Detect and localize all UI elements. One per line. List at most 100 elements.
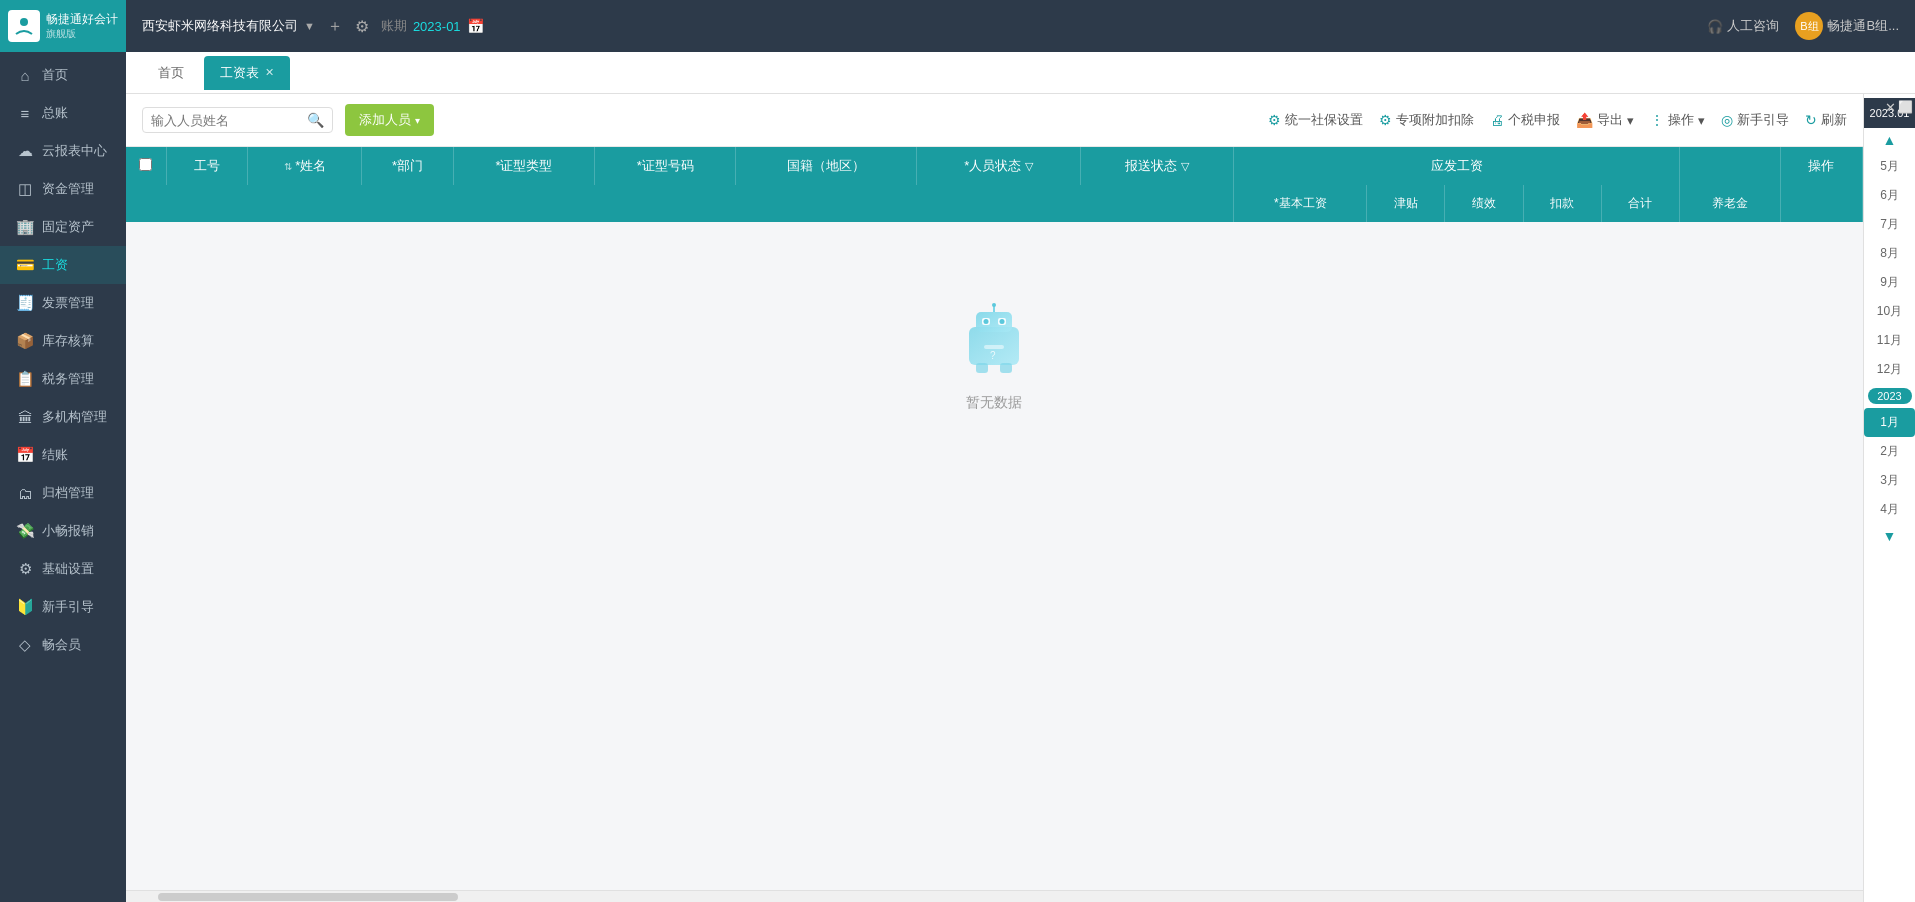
- panel-close-btn[interactable]: ✕: [1885, 100, 1896, 115]
- sidebar-item-ledger[interactable]: ≡ 总账: [0, 94, 126, 132]
- table-header-row: 工号 ⇅ *姓名 *部门 *证型类型: [126, 147, 1863, 185]
- operations-btn[interactable]: ⋮ 操作 ▾: [1650, 111, 1705, 129]
- tab-bar: 首页 工资表 ✕: [126, 52, 1915, 94]
- sidebar-item-salary[interactable]: 💳 工资: [0, 246, 126, 284]
- month-item-12[interactable]: 12月: [1864, 355, 1915, 384]
- add-person-btn[interactable]: 添加人员 ▾: [345, 104, 434, 136]
- month-item-9[interactable]: 9月: [1864, 268, 1915, 297]
- sidebar-item-close[interactable]: 📅 结账: [0, 436, 126, 474]
- toolbar-actions: ⚙ 统一社保设置 ⚙ 专项附加扣除 🖨 个税申报 📤: [1268, 111, 1847, 129]
- sidebar-item-multi-org[interactable]: 🏛 多机构管理: [0, 398, 126, 436]
- content-area: 首页 工资表 ✕ 🔍 添加人员 ▾: [126, 52, 1915, 902]
- sidebar-item-guide[interactable]: 🔰 新手引导: [0, 588, 126, 626]
- sidebar-item-fixed-assets[interactable]: 🏢 固定资产: [0, 208, 126, 246]
- sidebar-item-fund[interactable]: ◫ 资金管理: [0, 170, 126, 208]
- month-item-2023-1[interactable]: 1月: [1864, 408, 1915, 437]
- add-company-btn[interactable]: ＋: [327, 16, 343, 37]
- checkbox-th: [126, 147, 166, 185]
- month-item-5[interactable]: 5月: [1864, 152, 1915, 181]
- sidebar-item-tax[interactable]: 📋 税务管理: [0, 360, 126, 398]
- svg-point-0: [20, 18, 28, 26]
- sidebar-logo: 畅捷通好会计 旗舰版: [0, 0, 126, 52]
- table-scrollbar[interactable]: [126, 890, 1863, 902]
- sidebar-item-invoice[interactable]: 🧾 发票管理: [0, 284, 126, 322]
- tab-salary-sheet[interactable]: 工资表 ✕: [204, 56, 290, 90]
- refresh-icon: ↻: [1805, 112, 1817, 128]
- th-id-number: *证型号码: [595, 147, 736, 185]
- name-sort-icon[interactable]: ⇅: [284, 161, 292, 172]
- sidebar-item-expense[interactable]: 💸 小畅报销: [0, 512, 126, 550]
- sub-th-total: 合计: [1601, 185, 1679, 222]
- deduction-btn[interactable]: ⚙ 专项附加扣除: [1379, 111, 1474, 129]
- cloud-icon: ☁: [16, 142, 34, 160]
- month-item-7[interactable]: 7月: [1864, 210, 1915, 239]
- member-icon: ◇: [16, 636, 34, 654]
- archive-icon: 🗂: [16, 485, 34, 502]
- inventory-icon: 📦: [16, 332, 34, 350]
- tab-home[interactable]: 首页: [142, 56, 200, 90]
- empty-state: ? 暂无数据: [126, 222, 1863, 492]
- scroll-up-btn[interactable]: ▲: [1879, 128, 1901, 152]
- table-body: ? 暂无数据: [126, 222, 1863, 492]
- export-btn[interactable]: 📤 导出 ▾: [1576, 111, 1634, 129]
- scroll-down-btn[interactable]: ▼: [1879, 524, 1901, 548]
- sub-th-pension: 养老金: [1679, 185, 1780, 222]
- sidebar-item-member[interactable]: ◇ 畅会员: [0, 626, 126, 664]
- th-nationality: 国籍（地区）: [736, 147, 917, 185]
- scrollbar-thumb[interactable]: [158, 893, 458, 901]
- svg-text:?: ?: [990, 350, 996, 361]
- month-item-11[interactable]: 11月: [1864, 326, 1915, 355]
- th-number: 工号: [166, 147, 248, 185]
- main-content: 🔍 添加人员 ▾ ⚙ 统一社保设置 ⚙ 专项附加扣除: [126, 94, 1863, 902]
- empty-text: 暂无数据: [966, 394, 1022, 412]
- search-icon: 🔍: [307, 112, 324, 128]
- sidebar-item-home[interactable]: ⌂ 首页: [0, 56, 126, 94]
- company-dropdown-arrow: ▼: [304, 20, 315, 32]
- sidebar-item-settings[interactable]: ⚙ 基础设置: [0, 550, 126, 588]
- year-2023-label: 2023: [1868, 388, 1912, 404]
- empty-row: ? 暂无数据: [126, 222, 1863, 492]
- sidebar-item-inventory[interactable]: 📦 库存核算: [0, 322, 126, 360]
- svg-point-8: [992, 303, 996, 307]
- th-report-status: 报送状态 ▽: [1080, 147, 1234, 185]
- user-profile[interactable]: B组 畅捷通B组...: [1795, 12, 1899, 40]
- search-input[interactable]: [151, 113, 301, 128]
- panel-maximize-btn[interactable]: ⬜: [1898, 100, 1913, 115]
- select-all-checkbox[interactable]: [139, 158, 152, 171]
- svg-rect-2: [976, 312, 1012, 332]
- social-security-btn[interactable]: ⚙ 统一社保设置: [1268, 111, 1363, 129]
- right-panel-header: 2023.01 ✕ ⬜: [1864, 98, 1915, 128]
- salary-icon: 💳: [16, 256, 34, 274]
- status-filter-icon[interactable]: ▽: [1025, 160, 1033, 172]
- report-status-filter-icon[interactable]: ▽: [1181, 160, 1189, 172]
- operations-icon: ⋮: [1650, 112, 1664, 128]
- toolbar: 🔍 添加人员 ▾ ⚙ 统一社保设置 ⚙ 专项附加扣除: [126, 94, 1863, 147]
- month-item-2023-4[interactable]: 4月: [1864, 495, 1915, 524]
- month-item-10[interactable]: 10月: [1864, 297, 1915, 326]
- period-edit-btn[interactable]: 📅: [467, 18, 484, 34]
- table-sub-header-row: *基本工资 津贴 绩效 扣款: [126, 185, 1863, 222]
- home-icon: ⌂: [16, 67, 34, 84]
- company-name: 西安虾米网络科技有限公司: [142, 17, 298, 35]
- svg-rect-11: [1000, 363, 1012, 373]
- expense-icon: 💸: [16, 522, 34, 540]
- sidebar-item-archive[interactable]: 🗂 归档管理: [0, 474, 126, 512]
- topbar-right: 🎧 人工咨询 B组 畅捷通B组...: [1707, 12, 1899, 40]
- month-item-8[interactable]: 8月: [1864, 239, 1915, 268]
- main-area: 西安虾米网络科技有限公司 ▼ ＋ ⚙ 账期 2023-01 📅 🎧 人工咨询 B…: [126, 0, 1915, 902]
- newbie-guide-btn[interactable]: ◎ 新手引导: [1721, 111, 1789, 129]
- company-settings-btn[interactable]: ⚙: [355, 17, 369, 36]
- fixed-assets-icon: 🏢: [16, 218, 34, 236]
- personal-tax-btn[interactable]: 🖨 个税申报: [1490, 111, 1560, 129]
- svg-point-6: [1000, 319, 1005, 324]
- tab-close-btn[interactable]: ✕: [265, 66, 274, 79]
- sidebar-item-cloud-report[interactable]: ☁ 云报表中心: [0, 132, 126, 170]
- company-selector[interactable]: 西安虾米网络科技有限公司 ▼: [142, 17, 315, 35]
- support-btn[interactable]: 🎧 人工咨询: [1707, 17, 1779, 35]
- month-item-2023-2[interactable]: 2月: [1864, 437, 1915, 466]
- month-item-6[interactable]: 6月: [1864, 181, 1915, 210]
- th-name: ⇅ *姓名: [248, 147, 362, 185]
- svg-rect-10: [976, 363, 988, 373]
- month-item-2023-3[interactable]: 3月: [1864, 466, 1915, 495]
- refresh-btn[interactable]: ↻ 刷新: [1805, 111, 1847, 129]
